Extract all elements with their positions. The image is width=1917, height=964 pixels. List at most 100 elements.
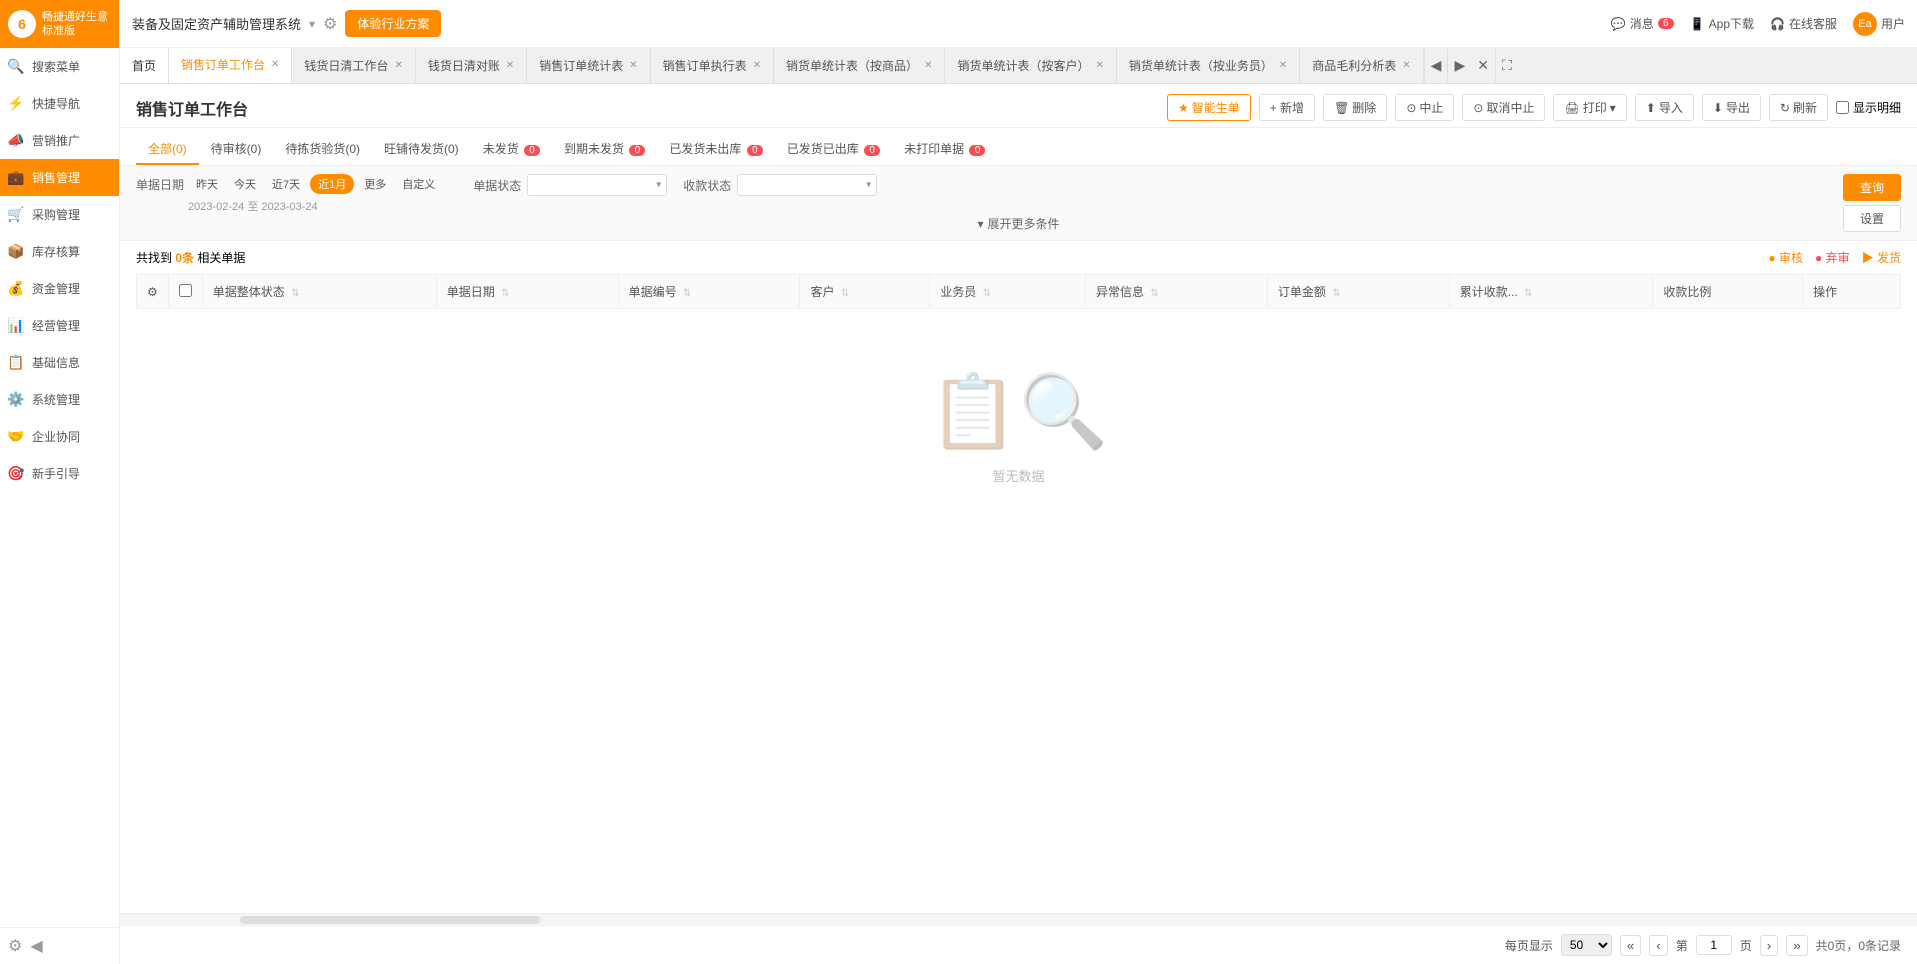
tab-cash-reconcile[interactable]: 钱货日清对账 ✕ xyxy=(416,48,527,84)
tab-product-margin[interactable]: 商品毛利分析表 ✕ xyxy=(1300,48,1423,84)
filter-tab-wangpu[interactable]: 旺铺待发货(0) xyxy=(372,134,471,165)
date-shortcut-custom[interactable]: 自定义 xyxy=(396,174,441,194)
smart-create-button[interactable]: ★ 智能生单 xyxy=(1167,94,1251,121)
tab-sales-stats-staff[interactable]: 销货单统计表（按业务员） ✕ xyxy=(1117,48,1300,84)
th-check[interactable] xyxy=(168,275,202,309)
show-detail-toggle[interactable]: 显示明细 xyxy=(1836,99,1901,116)
sidebar-item-inventory[interactable]: 📦 库存核算 xyxy=(0,233,119,270)
tab-sales-order-close[interactable]: ✕ xyxy=(271,59,279,70)
system-dropdown-btn[interactable]: ▾ xyxy=(309,17,315,31)
tab-sales-stats-staff-close[interactable]: ✕ xyxy=(1279,60,1287,71)
refresh-button[interactable]: ↻ 刷新 xyxy=(1769,94,1828,121)
filter-tab-pending-inspect[interactable]: 待拣货验货(0) xyxy=(273,134,372,165)
page-size-select[interactable]: 20 50 100 xyxy=(1561,934,1612,956)
sidebar-item-enterprise[interactable]: 🤝 企业协同 xyxy=(0,418,119,455)
page-input[interactable] xyxy=(1696,935,1732,955)
review-bulk-btn[interactable]: ● 审核 xyxy=(1768,249,1803,266)
tab-cash-daily-close[interactable]: ✕ xyxy=(394,60,402,71)
tab-sales-stats-customer[interactable]: 销货单统计表（按客户） ✕ xyxy=(945,48,1116,84)
tab-maximize-btn[interactable]: ⛶ xyxy=(1495,48,1518,84)
sidebar-item-marketing[interactable]: 📣 营销推广 xyxy=(0,122,119,159)
date-shortcut-today[interactable]: 今天 xyxy=(228,174,262,194)
industry-solution-button[interactable]: 体验行业方案 xyxy=(345,10,441,37)
ship-bulk-btn[interactable]: ▶ 发货 xyxy=(1862,249,1901,266)
online-service-button[interactable]: 🎧 在线客服 xyxy=(1770,15,1837,32)
tab-sales-order-exec-close[interactable]: ✕ xyxy=(753,60,761,71)
date-shortcut-more[interactable]: 更多 xyxy=(358,174,392,194)
th-abnormal[interactable]: 异常信息 ⇅ xyxy=(1086,275,1268,309)
tab-sales-stats-customer-close[interactable]: ✕ xyxy=(1095,60,1103,71)
tab-sales-order[interactable]: 销售订单工作台 ✕ xyxy=(169,48,292,84)
sidebar-item-operation[interactable]: 📊 经营管理 xyxy=(0,307,119,344)
tab-cash-reconcile-close[interactable]: ✕ xyxy=(506,60,514,71)
filter-tab-pending-review[interactable]: 待审核(0) xyxy=(199,134,274,165)
show-detail-checkbox[interactable] xyxy=(1836,101,1849,114)
filter-setting-button[interactable]: 设置 xyxy=(1843,205,1901,232)
horizontal-scrollbar[interactable] xyxy=(120,913,1917,925)
prev-page-btn[interactable]: ‹ xyxy=(1649,935,1667,956)
tab-cash-daily[interactable]: 钱货日清工作台 ✕ xyxy=(292,48,415,84)
filter-tab-all[interactable]: 全部(0) xyxy=(136,134,199,165)
settings-footer-btn[interactable]: ⚙ xyxy=(8,936,22,956)
export-button[interactable]: ⬇ 导出 xyxy=(1702,94,1761,121)
app-download-button[interactable]: 📱 App下载 xyxy=(1690,15,1754,32)
tab-sales-stats-product[interactable]: 销货单统计表（按商品） ✕ xyxy=(774,48,945,84)
tab-product-margin-close[interactable]: ✕ xyxy=(1402,60,1410,71)
scroll-thumb[interactable] xyxy=(240,916,540,924)
th-collected[interactable]: 累计收款... ⇅ xyxy=(1449,275,1653,309)
date-shortcut-1month[interactable]: 近1月 xyxy=(310,174,354,194)
tab-nav-next-btn[interactable]: ▶ xyxy=(1447,48,1471,84)
th-date[interactable]: 单据日期 ⇅ xyxy=(436,275,618,309)
print-button[interactable]: 🖨 打印 ▾ xyxy=(1553,94,1626,121)
import-button[interactable]: ⬆ 导入 xyxy=(1635,94,1694,121)
date-shortcut-yesterday[interactable]: 昨天 xyxy=(190,174,224,194)
delete-button[interactable]: 🗑 删除 xyxy=(1323,94,1387,121)
sidebar-item-finance[interactable]: 💰 资金管理 xyxy=(0,270,119,307)
tab-sales-order-exec[interactable]: 销售订单执行表 ✕ xyxy=(651,48,774,84)
payment-select[interactable] xyxy=(737,174,877,196)
date-shortcut-7days[interactable]: 近7天 xyxy=(266,174,306,194)
th-customer[interactable]: 客户 ⇅ xyxy=(800,275,930,309)
sidebar-item-purchase[interactable]: 🛒 采购管理 xyxy=(0,196,119,233)
th-settings[interactable]: ⚙ xyxy=(137,275,169,309)
sidebar-item-system[interactable]: ⚙️ 系统管理 xyxy=(0,381,119,418)
tab-close-all-btn[interactable]: ✕ xyxy=(1471,48,1495,84)
add-button[interactable]: + 新增 xyxy=(1259,94,1315,121)
last-page-btn[interactable]: » xyxy=(1786,935,1807,956)
tab-home[interactable]: 首页 xyxy=(120,48,169,84)
tab-sales-stats-product-close[interactable]: ✕ xyxy=(924,60,932,71)
topbar-gear-icon[interactable]: ⚙ xyxy=(323,14,337,34)
sidebar-item-quick-nav[interactable]: ⚡ 快捷导航 xyxy=(0,85,119,122)
expand-filter-btn[interactable]: ▾ 展开更多条件 xyxy=(977,215,1059,232)
th-status[interactable]: 单据整体状态 ⇅ xyxy=(202,275,436,309)
cash-daily-tab-label: 钱货日清工作台 xyxy=(304,57,388,74)
th-amount[interactable]: 订单金额 ⇅ xyxy=(1267,275,1449,309)
filter-tab-overdue-unshipped[interactable]: 到期未发货 0 xyxy=(552,134,657,165)
filter-tab-unprinted[interactable]: 未打印单据 0 xyxy=(892,134,997,165)
status-select[interactable] xyxy=(527,174,667,196)
export-icon: ⬇ xyxy=(1713,101,1723,115)
filter-tab-unshipped[interactable]: 未发货 0 xyxy=(471,134,552,165)
first-page-btn[interactable]: « xyxy=(1620,935,1641,956)
th-number[interactable]: 单据编号 ⇅ xyxy=(618,275,800,309)
cancel-stop-button[interactable]: ⊙ 取消中止 xyxy=(1462,94,1545,121)
select-all-checkbox[interactable] xyxy=(179,284,192,297)
sidebar-item-search[interactable]: 🔍 搜索菜单 xyxy=(0,48,119,85)
query-button[interactable]: 查询 xyxy=(1843,174,1901,201)
filter-tab-shipped-not-out[interactable]: 已发货未出库 0 xyxy=(657,134,774,165)
next-page-btn[interactable]: › xyxy=(1760,935,1778,956)
tab-sales-order-stats[interactable]: 销售订单统计表 ✕ xyxy=(527,48,650,84)
sidebar-item-guide[interactable]: 🎯 新手引导 xyxy=(0,455,119,492)
cancel-review-bulk-btn[interactable]: ● 弃审 xyxy=(1815,249,1850,266)
stop-button[interactable]: ⊙ 中止 xyxy=(1395,94,1454,121)
sidebar-item-basic-info[interactable]: 📋 基础信息 xyxy=(0,344,119,381)
tab-nav-prev-btn[interactable]: ◀ xyxy=(1424,48,1448,84)
sidebar-item-sales[interactable]: 💼 销售管理 xyxy=(0,159,119,196)
tab-sales-order-stats-close[interactable]: ✕ xyxy=(629,60,637,71)
user-menu-button[interactable]: Ea 用户 xyxy=(1853,12,1905,36)
filter-tab-shipped-out[interactable]: 已发货已出库 0 xyxy=(775,134,892,165)
th-staff[interactable]: 业务员 ⇅ xyxy=(930,275,1086,309)
collapse-sidebar-btn[interactable]: ◀ xyxy=(30,936,42,956)
message-button[interactable]: 💬 消息 6 xyxy=(1611,15,1674,32)
date-filter-row: 单据日期 昨天 今天 近7天 近1月 更多 自定义 xyxy=(136,174,441,194)
